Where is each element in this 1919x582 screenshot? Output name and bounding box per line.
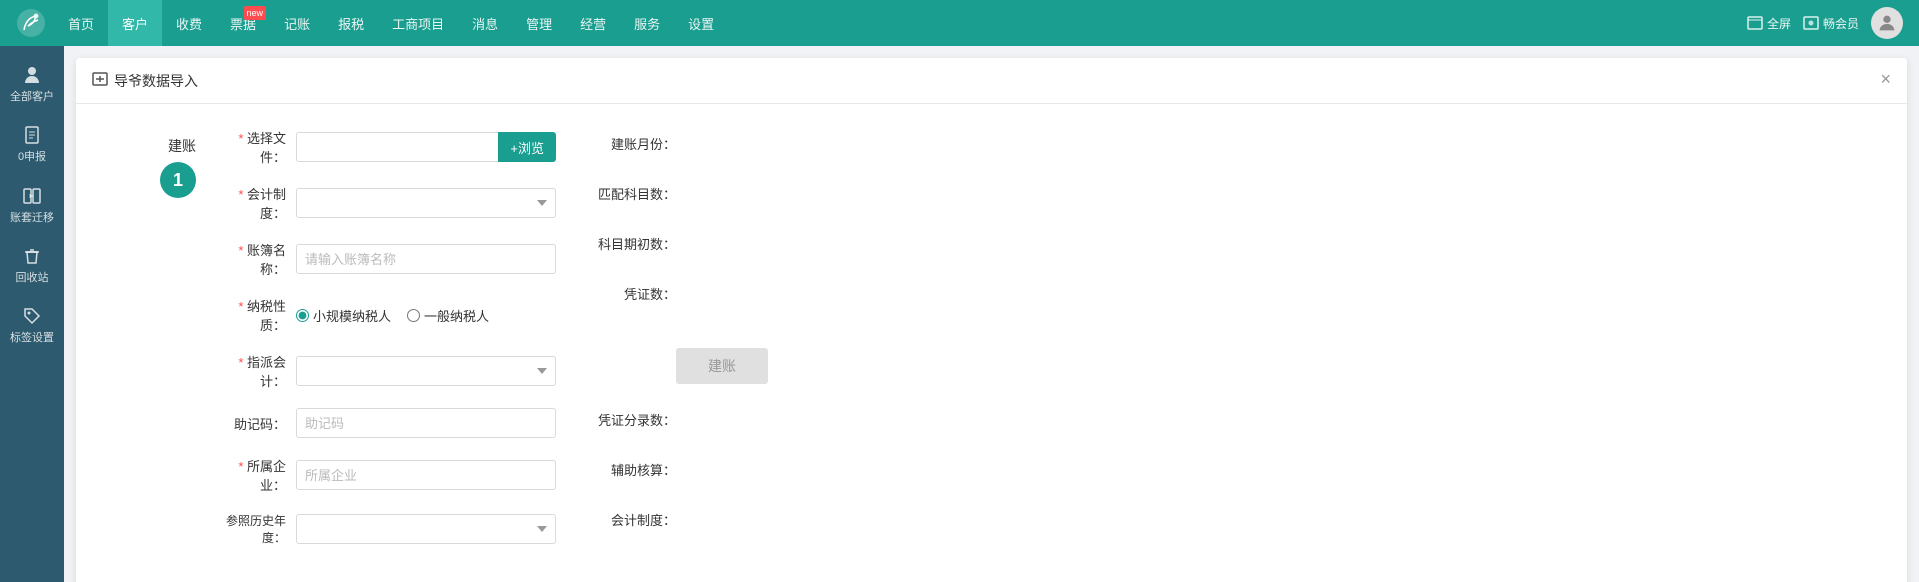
sidebar-label-migrate: 账套迁移 <box>10 211 54 225</box>
dialog-card: 导爷数据导入 × 建账 1 选择文件： +浏览 <box>76 58 1907 582</box>
trash-icon <box>21 245 43 267</box>
dialog-header: 导爷数据导入 <box>76 58 1907 104</box>
field-row-tax-type: 纳税性质： 小规模纳税人 一般纳税人 <box>216 296 556 334</box>
field-row-ledger-name: 账簿名称： <box>216 240 556 278</box>
dialog-close-button[interactable]: × <box>1880 70 1891 88</box>
field-row-assign-accountant: 指派会计： <box>216 352 556 390</box>
step-label: 建账 <box>168 136 196 156</box>
sidebar-label-all-customers: 全部客户 <box>10 90 54 104</box>
new-badge: new <box>244 6 267 20</box>
company-input[interactable] <box>296 460 556 490</box>
nav-item-message[interactable]: 消息 <box>458 0 512 46</box>
accounting-system-select[interactable] <box>296 188 556 218</box>
form-left: 选择文件： +浏览 会计制度： <box>216 128 556 564</box>
nav-item-operation[interactable]: 经营 <box>566 0 620 46</box>
nav-item-customer[interactable]: 客户 <box>108 0 162 46</box>
right-label-aux-accounting: 辅助核算： <box>596 460 686 479</box>
migrate-icon <box>21 185 43 207</box>
fullscreen-label: 全屏 <box>1767 15 1791 32</box>
sidebar-item-all-customers[interactable]: 全部客户 <box>0 54 64 114</box>
right-row-accounting-system-r: 会计制度： <box>596 504 896 534</box>
sidebar-label-tag: 标签设置 <box>10 331 54 345</box>
nav-item-manage[interactable]: 管理 <box>512 0 566 46</box>
dialog-body: 建账 1 选择文件： +浏览 会计制度： <box>76 104 1907 582</box>
right-row-match-subjects: 匹配科目数： <box>596 178 896 208</box>
field-row-history-year: 参照历史年度： <box>216 512 556 546</box>
dialog-title: 导爷数据导入 <box>114 71 198 91</box>
main-content: 导爷数据导入 × 建账 1 选择文件： +浏览 <box>64 46 1919 582</box>
right-row-aux-accounting: 辅助核算： <box>596 454 896 484</box>
tag-icon <box>21 305 43 327</box>
step-section: 建账 1 <box>116 128 216 564</box>
sidebar-label-declaration: 0申报 <box>18 150 46 164</box>
label-company: 所属企业： <box>216 456 296 494</box>
label-assign-accountant: 指派会计： <box>216 352 296 390</box>
ledger-name-input[interactable] <box>296 244 556 274</box>
field-row-memo-code: 助记码： <box>216 408 556 438</box>
radio-small-taxpayer[interactable]: 小规模纳税人 <box>296 306 391 325</box>
history-year-select[interactable] <box>296 514 556 544</box>
right-label-match-subjects: 匹配科目数： <box>596 184 686 203</box>
label-memo-code: 助记码： <box>216 414 296 433</box>
user-avatar[interactable] <box>1871 7 1903 39</box>
sidebar-label-recycle: 回收站 <box>16 271 49 285</box>
fullscreen-button[interactable]: 全屏 <box>1747 15 1791 32</box>
right-label-voucher-count: 凭证数： <box>596 284 686 303</box>
import-icon <box>92 72 108 89</box>
field-row-select-file: 选择文件： +浏览 <box>216 128 556 166</box>
nav-item-invoice[interactable]: 票据 new <box>216 0 270 46</box>
top-navigation: 首页 客户 收费 票据 new 记账 报税 工商项目 消息 管理 经营 服务 设… <box>0 0 1919 46</box>
sidebar-item-tag-settings[interactable]: 标签设置 <box>0 295 64 355</box>
field-row-accounting-system: 会计制度： <box>216 184 556 222</box>
label-ledger-name: 账簿名称： <box>216 240 296 278</box>
nav-item-service[interactable]: 服务 <box>620 0 674 46</box>
person-icon <box>21 64 43 86</box>
right-row-voucher-entries: 凭证分录数： <box>596 404 896 434</box>
nav-item-billing[interactable]: 收费 <box>162 0 216 46</box>
label-history-year: 参照历史年度： <box>216 512 296 546</box>
nav-item-settings[interactable]: 设置 <box>674 0 728 46</box>
tax-type-radio-group: 小规模纳税人 一般纳税人 <box>296 306 556 325</box>
sidebar-item-recycle[interactable]: 回收站 <box>0 235 64 295</box>
label-accounting-system: 会计制度： <box>216 184 296 222</box>
nav-item-tax[interactable]: 报税 <box>324 0 378 46</box>
step-circle: 1 <box>160 162 196 198</box>
field-row-company: 所属企业： <box>216 456 556 494</box>
build-account-button[interactable]: 建账 <box>676 348 768 384</box>
assign-accountant-select[interactable] <box>296 356 556 386</box>
nav-right-actions: 全屏 畅会员 <box>1747 7 1903 39</box>
nav-item-business[interactable]: 工商项目 <box>378 0 458 46</box>
app-logo[interactable] <box>8 0 54 46</box>
sidebar: 全部客户 0申报 账套迁移 <box>0 46 64 582</box>
radio-general-taxpayer[interactable]: 一般纳税人 <box>407 306 489 325</box>
right-label-voucher-entries: 凭证分录数： <box>596 410 686 429</box>
file-input[interactable] <box>296 132 498 162</box>
memo-code-input[interactable] <box>296 408 556 438</box>
main-layout: 全部客户 0申报 账套迁移 <box>0 46 1919 582</box>
nav-item-ledger[interactable]: 记账 <box>270 0 324 46</box>
sidebar-item-account-migrate[interactable]: 账套迁移 <box>0 175 64 235</box>
label-tax-type: 纳税性质： <box>216 296 296 334</box>
label-select-file: 选择文件： <box>216 128 296 166</box>
right-label-subject-initial: 科目期初数： <box>596 234 686 253</box>
file-icon <box>21 124 43 146</box>
right-label-accounting-system-r: 会计制度： <box>596 510 686 529</box>
member-button[interactable]: 畅会员 <box>1803 15 1859 32</box>
right-row-build-month: 建账月份： <box>596 128 896 158</box>
form-right: 建账月份： 匹配科目数： 科目期初数： 凭证数： <box>556 128 896 564</box>
right-row-voucher-count: 凭证数： <box>596 278 896 308</box>
right-row-subject-initial: 科目期初数： <box>596 228 896 258</box>
nav-items-list: 首页 客户 收费 票据 new 记账 报税 工商项目 消息 管理 经营 服务 设… <box>54 0 1747 46</box>
sidebar-item-declaration[interactable]: 0申报 <box>0 114 64 174</box>
nav-item-home[interactable]: 首页 <box>54 0 108 46</box>
member-label: 畅会员 <box>1823 15 1859 32</box>
browse-button[interactable]: +浏览 <box>498 132 556 162</box>
right-label-build-month: 建账月份： <box>596 134 686 153</box>
